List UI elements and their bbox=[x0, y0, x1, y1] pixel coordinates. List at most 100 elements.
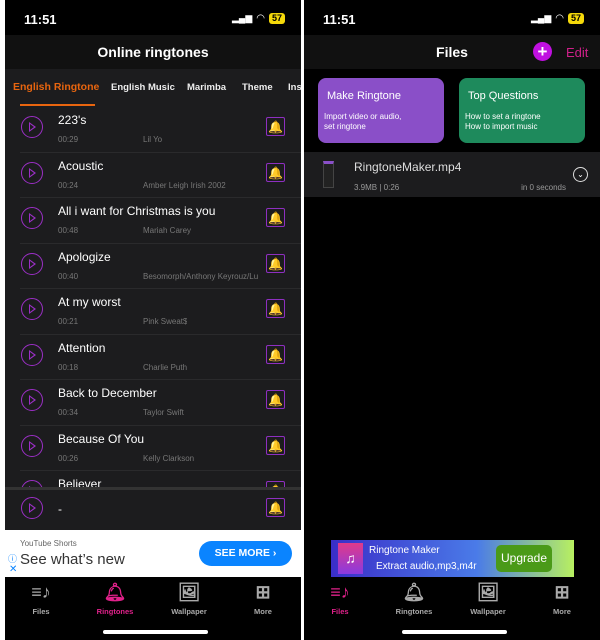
bell-icon: 🔔 bbox=[268, 347, 283, 362]
ringtone-row[interactable]: Apologize 00:40 Besomorph/Anthony Keyrou… bbox=[20, 244, 301, 289]
upgrade-banner[interactable]: ♫ Ringtone Maker Extract audio,mp3,m4r U… bbox=[331, 540, 574, 577]
chevron-down-icon[interactable]: ⌄ bbox=[573, 167, 588, 182]
tab-english-ringtone[interactable]: English Ringtone bbox=[13, 81, 99, 93]
play-icon bbox=[29, 395, 36, 405]
bell-icon: 🔔︎ bbox=[103, 582, 127, 602]
play-button[interactable] bbox=[21, 497, 43, 519]
tab-more[interactable]: ⊞ More bbox=[532, 581, 592, 616]
ringtone-row[interactable]: Acoustic 00:24 Amber Leigh Irish 2002 🔔 bbox=[20, 153, 301, 198]
online-ringtones-screen: 11:51 ▂▄▆ ◠ 57 Online ringtones English Ri… bbox=[5, 0, 301, 640]
play-icon bbox=[29, 349, 36, 360]
grid-icon: ⊞ bbox=[554, 582, 570, 602]
bell-icon: 🔔 bbox=[268, 120, 283, 134]
wifi-icon: ◠ bbox=[256, 13, 265, 24]
play-button[interactable] bbox=[21, 161, 43, 184]
top-questions-card[interactable]: Top Questions How to set a ringtone How t… bbox=[459, 78, 585, 143]
ringtone-list[interactable]: 223's 00:29 Lil Yo 🔔 Acoustic 00:24 Ambe… bbox=[5, 107, 301, 487]
ad-banner[interactable]: YouTube Shorts See what’s new ⓘ ✕ SEE MO… bbox=[5, 530, 301, 577]
set-ringtone-button[interactable]: 🔔 bbox=[266, 390, 285, 409]
tab-ringtones[interactable]: 🔔︎ Ringtones bbox=[384, 581, 444, 616]
song-name: 223's bbox=[58, 113, 87, 127]
tab-ins[interactable]: Ins bbox=[288, 82, 301, 93]
tab-theme[interactable]: Theme bbox=[242, 82, 273, 93]
ringtone-row[interactable]: Back to December 00:34 Taylor Swift 🔔 bbox=[20, 380, 301, 426]
music-list-icon: ≡♪ bbox=[330, 582, 350, 602]
faq-link[interactable]: How to set a ringtone bbox=[465, 112, 579, 122]
play-button[interactable] bbox=[21, 480, 43, 487]
faq-link[interactable]: How to import music bbox=[465, 122, 579, 132]
set-ringtone-button[interactable]: 🔔 bbox=[266, 435, 285, 455]
ringtone-row[interactable]: Believer 🔔 bbox=[20, 471, 301, 487]
set-ringtone-button[interactable]: 🔔 bbox=[266, 344, 285, 364]
bell-icon: 🔔 bbox=[268, 302, 283, 316]
tab-files[interactable]: ≡♪ Files bbox=[310, 581, 370, 616]
play-icon bbox=[29, 213, 36, 223]
ringtone-row[interactable]: All i want for Christmas is you 00:48 Ma… bbox=[20, 198, 301, 244]
app-logo-icon: ♫ bbox=[338, 543, 363, 574]
play-button[interactable] bbox=[21, 434, 43, 457]
play-button[interactable] bbox=[21, 207, 43, 229]
bell-icon: 🔔 bbox=[268, 438, 283, 453]
upgrade-button[interactable]: Upgrade bbox=[496, 545, 552, 572]
ringtone-row[interactable]: At my worst 00:21 Pink Sweat$ 🔔 bbox=[20, 289, 301, 335]
set-ringtone-button[interactable]: 🔔 bbox=[266, 208, 285, 227]
song-name: Attention bbox=[58, 340, 106, 355]
signal-icon: ▂▄▆ bbox=[232, 13, 253, 23]
add-button[interactable]: + bbox=[533, 42, 552, 61]
make-ringtone-card[interactable]: Make Ringtone Import video or audio, set … bbox=[318, 78, 444, 143]
status-bar: 11:51 ▂▄▆ ◠ 57 bbox=[304, 0, 600, 35]
ad-close-icon[interactable]: ✕ bbox=[9, 564, 17, 575]
song-duration: 00:40 bbox=[58, 271, 79, 281]
song-duration: 00:48 bbox=[58, 226, 79, 235]
play-icon bbox=[29, 258, 36, 269]
card-line: set ringtone bbox=[324, 122, 366, 131]
play-icon bbox=[29, 503, 36, 513]
tab-wallpaper[interactable]: 🖼︎ Wallpaper bbox=[159, 581, 219, 616]
set-ringtone-button[interactable]: 🔔 bbox=[266, 162, 285, 182]
tab-marimba[interactable]: Marimba bbox=[187, 82, 226, 93]
set-ringtone-button[interactable]: 🔔 bbox=[266, 498, 285, 517]
play-icon bbox=[29, 304, 36, 314]
song-artist: Taylor Swift bbox=[143, 408, 184, 417]
image-icon: 🖼︎ bbox=[177, 582, 201, 602]
song-artist: Amber Leigh Irish 2002 bbox=[143, 180, 226, 190]
set-ringtone-button[interactable]: 🔔 bbox=[266, 117, 285, 136]
edit-button[interactable]: Edit bbox=[566, 45, 588, 60]
tab-wallpaper[interactable]: 🖼︎ Wallpaper bbox=[458, 581, 518, 616]
play-icon bbox=[29, 122, 36, 132]
tab-english-music[interactable]: English Music bbox=[111, 82, 175, 93]
files-screen: 11:51 ▂▄▆ ◠ 57 Files + Edit Make Ringtone … bbox=[304, 0, 600, 640]
ringtone-row[interactable]: Attention 00:18 Charlie Puth 🔔 bbox=[20, 335, 301, 380]
home-indicator bbox=[103, 630, 208, 634]
set-ringtone-button[interactable]: 🔔 bbox=[266, 253, 285, 273]
play-button[interactable] bbox=[21, 343, 43, 366]
tab-ringtones[interactable]: 🔔︎ Ringtones bbox=[85, 581, 145, 616]
song-artist: Besomorph/Anthony Keyrouz/Lunis bbox=[143, 271, 258, 281]
song-name: Apologize bbox=[58, 249, 111, 264]
bell-icon: 🔔 bbox=[268, 256, 283, 271]
battery-icon: 57 bbox=[567, 13, 584, 24]
music-list-icon: ≡♪ bbox=[31, 582, 51, 602]
ringtone-row[interactable]: Because Of You 00:26 Kelly Clarkson 🔔 bbox=[20, 426, 301, 471]
home-indicator bbox=[402, 630, 507, 634]
image-icon: 🖼︎ bbox=[476, 582, 500, 602]
page-title: Files bbox=[436, 44, 468, 60]
ad-headline: See what’s new bbox=[20, 551, 125, 568]
tab-more[interactable]: ⊞ More bbox=[233, 581, 293, 616]
play-button[interactable] bbox=[21, 252, 43, 275]
wifi-icon: ◠ bbox=[555, 13, 564, 24]
ringtone-row[interactable]: 223's 00:29 Lil Yo 🔔 bbox=[20, 107, 301, 153]
song-duration: 00:29 bbox=[58, 135, 79, 144]
see-more-button[interactable]: SEE MORE › bbox=[199, 541, 292, 566]
play-button[interactable] bbox=[21, 116, 43, 138]
song-artist: Lil Yo bbox=[143, 135, 163, 144]
status-time: 11:51 bbox=[323, 12, 356, 27]
tab-files[interactable]: ≡♪ Files bbox=[11, 581, 71, 616]
file-row[interactable]: RingtoneMaker.mp4 3.9MB | 0:26 in 0 seco… bbox=[304, 152, 600, 197]
play-button[interactable] bbox=[21, 389, 43, 411]
active-tab-indicator bbox=[20, 104, 95, 106]
grid-icon: ⊞ bbox=[255, 582, 271, 602]
set-ringtone-button[interactable]: 🔔 bbox=[266, 299, 285, 318]
song-duration: 00:18 bbox=[58, 362, 79, 372]
play-button[interactable] bbox=[21, 298, 43, 320]
